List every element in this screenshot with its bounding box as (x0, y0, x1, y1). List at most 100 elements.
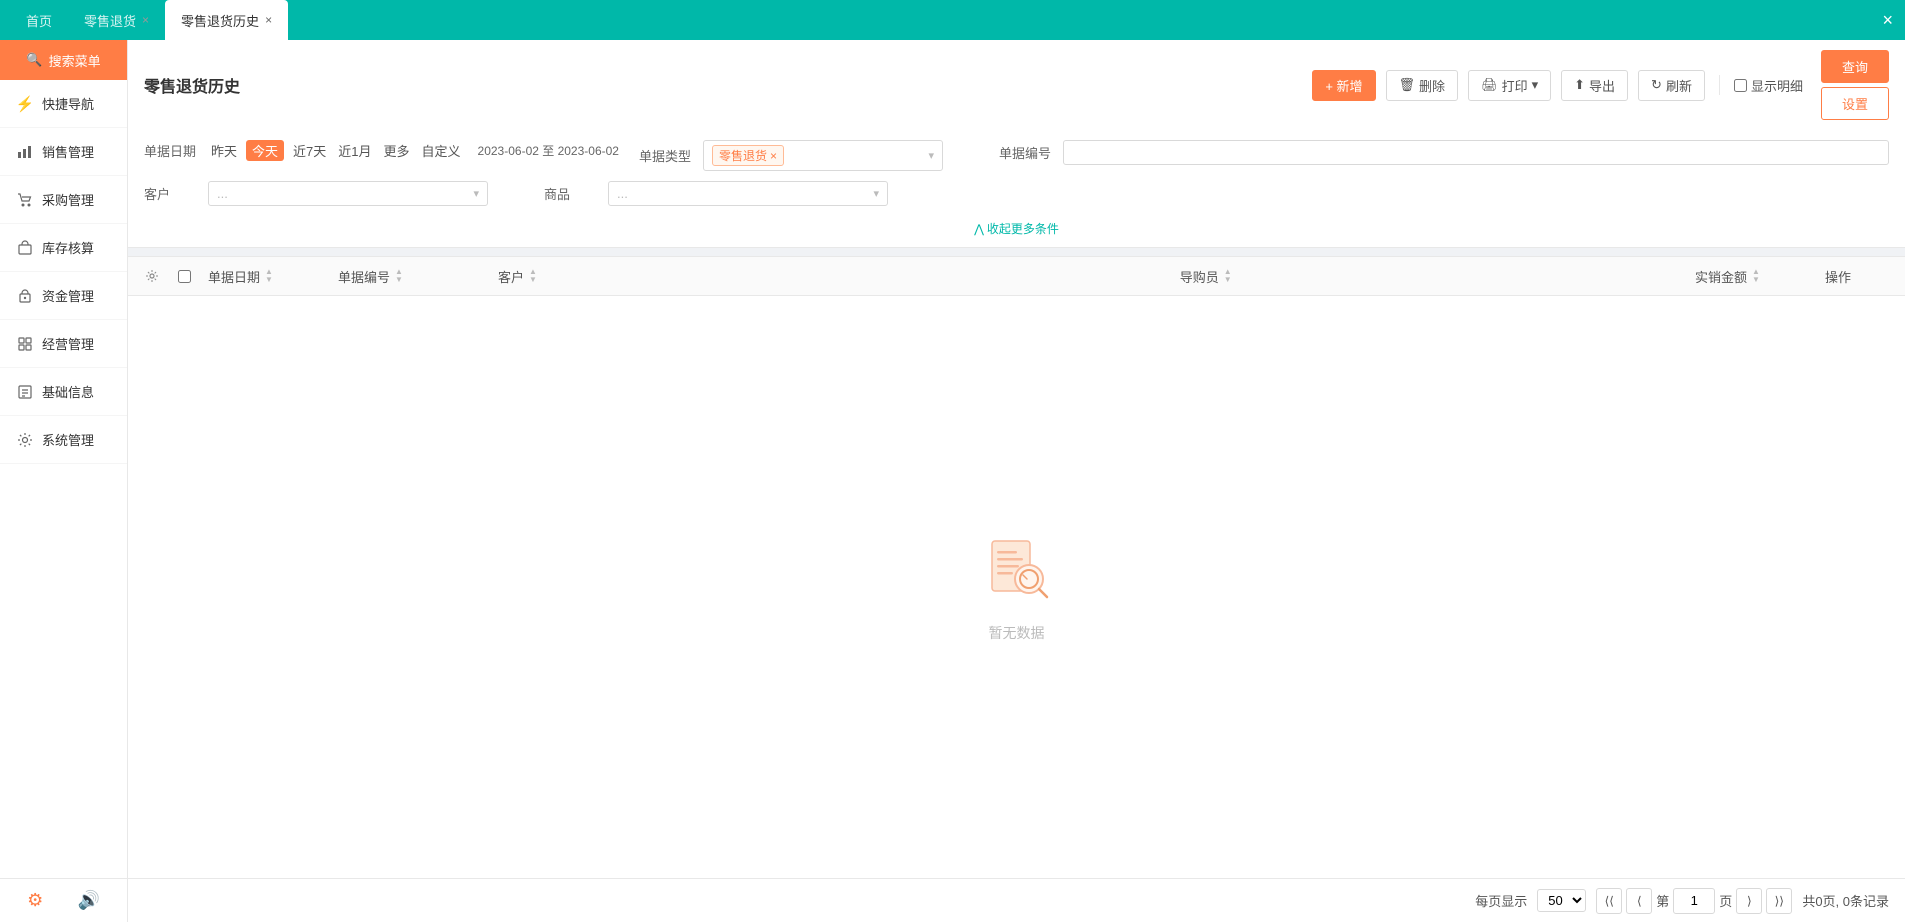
goods-select-icon: ▾ (873, 187, 879, 200)
total-record-label: 共0页, 0条记录 (1802, 891, 1889, 910)
date-sort-icon[interactable]: ▲▼ (265, 268, 273, 284)
customer-filter-item: 客户 ... ▾ (144, 181, 524, 206)
page-header: 零售退货历史 + 新增 🗑 删除 🖨 打印 ▾ ⬆ 导出 (128, 40, 1905, 248)
sidebar: 🔍 搜索菜单 ⚡ 快捷导航 销售管理 采购管理 (0, 40, 128, 922)
sidebar-search[interactable]: 🔍 搜索菜单 (0, 40, 127, 80)
delete-button[interactable]: 🗑 删除 (1386, 70, 1459, 101)
customer-select[interactable]: ... ▾ (208, 181, 488, 206)
page-next-button[interactable]: ⟩ (1736, 888, 1762, 914)
main-content: 零售退货历史 + 新增 🗑 删除 🖨 打印 ▾ ⬆ 导出 (128, 40, 1905, 922)
print-button[interactable]: 🖨 打印 ▾ (1468, 70, 1551, 101)
finance-icon (16, 287, 34, 305)
page-nav: ⟨⟨ ⟨ 第 页 ⟩ ⟩⟩ (1596, 888, 1792, 914)
select-all-checkbox[interactable] (178, 270, 191, 283)
pagination-bar: 每页显示 50 ⟨⟨ ⟨ 第 页 ⟩ ⟩⟩ 共0页, 0条记录 (128, 878, 1905, 922)
page-number-input[interactable] (1673, 888, 1715, 914)
table-body: 暂无数据 (128, 296, 1905, 878)
delete-icon: 🗑 (1399, 77, 1416, 93)
page-size-select[interactable]: 50 (1537, 889, 1586, 912)
page-last-button[interactable]: ⟩⟩ (1766, 888, 1792, 914)
date-option-yesterday[interactable]: 昨天 (208, 140, 240, 161)
sidebar-item-purchase[interactable]: 采购管理 (0, 176, 127, 224)
th-guide[interactable]: 导购员 ▲▼ (1172, 267, 1687, 286)
guide-sort-icon[interactable]: ▲▼ (1224, 268, 1232, 284)
quick-nav-icon: ⚡ (16, 95, 34, 113)
date-option-more[interactable]: 更多 (381, 140, 413, 161)
bill-type-tag: 零售退货 × (712, 145, 784, 166)
show-detail-checkbox-label[interactable]: 显示明细 (1734, 76, 1803, 95)
date-option-7days[interactable]: 近7天 (290, 140, 329, 161)
th-bill-no[interactable]: 单据编号 ▲▼ (330, 267, 490, 286)
sidebar-item-quick-nav[interactable]: ⚡ 快捷导航 (0, 80, 127, 128)
purchase-icon (16, 191, 34, 209)
date-filter-label: 单据日期 (144, 141, 200, 160)
sidebar-item-inventory[interactable]: 库存核算 (0, 224, 127, 272)
new-button[interactable]: + 新增 (1312, 70, 1375, 101)
th-customer[interactable]: 客户 ▲▼ (490, 267, 1172, 286)
page-first-button[interactable]: ⟨⟨ (1596, 888, 1622, 914)
close-retail-return-history-tab[interactable]: × (265, 13, 272, 27)
window-close-button[interactable]: × (1882, 10, 1893, 31)
close-retail-return-tab[interactable]: × (142, 13, 149, 27)
customer-label: 客户 (144, 184, 200, 203)
inventory-icon (16, 239, 34, 257)
empty-text: 暂无数据 (989, 623, 1045, 643)
print-dropdown-icon: ▾ (1532, 77, 1539, 93)
top-bar: 首页 零售退货 × 零售退货历史 × × (0, 0, 1905, 40)
th-action: 操作 (1817, 267, 1897, 286)
empty-illustration (977, 531, 1057, 611)
bill-type-select[interactable]: 零售退货 × ▾ (703, 140, 943, 171)
bill-no-label: 单据编号 (999, 143, 1055, 162)
goods-select[interactable]: ... ▾ (608, 181, 888, 206)
settings-bottom-icon[interactable]: ⚙ (27, 890, 43, 911)
page-prev-button[interactable]: ⟨ (1626, 888, 1652, 914)
query-button[interactable]: 查询 (1821, 50, 1889, 83)
sidebar-bottom: ⚙ 🔊 (0, 878, 127, 922)
date-options: 昨天 今天 近7天 近1月 更多 自定义 (208, 140, 464, 161)
sidebar-item-sales[interactable]: 销售管理 (0, 128, 127, 176)
bill-no-filter-item: 单据编号 (999, 140, 1889, 165)
filter-area: 单据日期 昨天 今天 近7天 近1月 更多 自定义 2023-06-02 至 2… (144, 130, 1889, 247)
date-option-today[interactable]: 今天 (246, 140, 284, 161)
sidebar-item-system[interactable]: 系统管理 (0, 416, 127, 464)
amount-sort-icon[interactable]: ▲▼ (1752, 268, 1760, 284)
settings-button[interactable]: 设置 (1821, 87, 1889, 120)
date-option-custom[interactable]: 自定义 (419, 140, 464, 161)
select-dropdown-icon: ▾ (928, 149, 934, 162)
main-layout: 🔍 搜索菜单 ⚡ 快捷导航 销售管理 采购管理 (0, 40, 1905, 922)
refresh-button[interactable]: ↻ 刷新 (1638, 70, 1705, 101)
date-option-1month[interactable]: 近1月 (335, 140, 374, 161)
sidebar-item-basic-info[interactable]: 基础信息 (0, 368, 127, 416)
bill-type-label: 单据类型 (639, 146, 695, 165)
toolbar-divider (1719, 75, 1720, 95)
volume-icon[interactable]: 🔊 (77, 890, 99, 911)
tab-retail-return-history[interactable]: 零售退货历史 × (165, 0, 288, 40)
th-date[interactable]: 单据日期 ▲▼ (200, 267, 330, 286)
date-range-value: 2023-06-02 至 2023-06-02 (478, 142, 619, 159)
table-header: 单据日期 ▲▼ 单据编号 ▲▼ 客户 ▲▼ 导购员 ▲▼ 实销金额 ▲▼ (128, 256, 1905, 296)
page-title-row: 零售退货历史 + 新增 🗑 删除 🖨 打印 ▾ ⬆ 导出 (144, 50, 1889, 120)
empty-state: 暂无数据 (977, 531, 1057, 643)
bill-type-filter-item: 单据类型 零售退货 × ▾ (639, 140, 979, 171)
search-icon: 🔍 (26, 52, 42, 68)
th-checkbox[interactable] (168, 270, 200, 283)
bill-sort-icon[interactable]: ▲▼ (395, 268, 403, 284)
th-amount[interactable]: 实销金额 ▲▼ (1687, 267, 1817, 286)
sidebar-item-finance[interactable]: 资金管理 (0, 272, 127, 320)
tab-list: 首页 零售退货 × 零售退货历史 × (10, 0, 1882, 40)
tab-retail-return[interactable]: 零售退货 × (68, 0, 165, 40)
show-detail-checkbox[interactable] (1734, 79, 1747, 92)
tab-home[interactable]: 首页 (10, 0, 68, 40)
customer-sort-icon[interactable]: ▲▼ (529, 268, 537, 284)
toolbar: + 新增 🗑 删除 🖨 打印 ▾ ⬆ 导出 ↻ (1312, 50, 1889, 120)
collapse-button[interactable]: ⋀ 收起更多条件 (974, 220, 1059, 237)
filter-row-2: 客户 ... ▾ 商品 ... ▾ (144, 181, 1889, 206)
export-button[interactable]: ⬆ 导出 (1561, 70, 1628, 101)
basic-info-icon (16, 383, 34, 401)
th-settings[interactable] (136, 269, 168, 283)
bill-no-input[interactable] (1063, 140, 1889, 165)
collapse-row: ⋀ 收起更多条件 (144, 216, 1889, 247)
tag-close-icon[interactable]: × (770, 149, 777, 163)
collapse-up-icon: ⋀ (974, 222, 984, 236)
sidebar-item-operation[interactable]: 经营管理 (0, 320, 127, 368)
